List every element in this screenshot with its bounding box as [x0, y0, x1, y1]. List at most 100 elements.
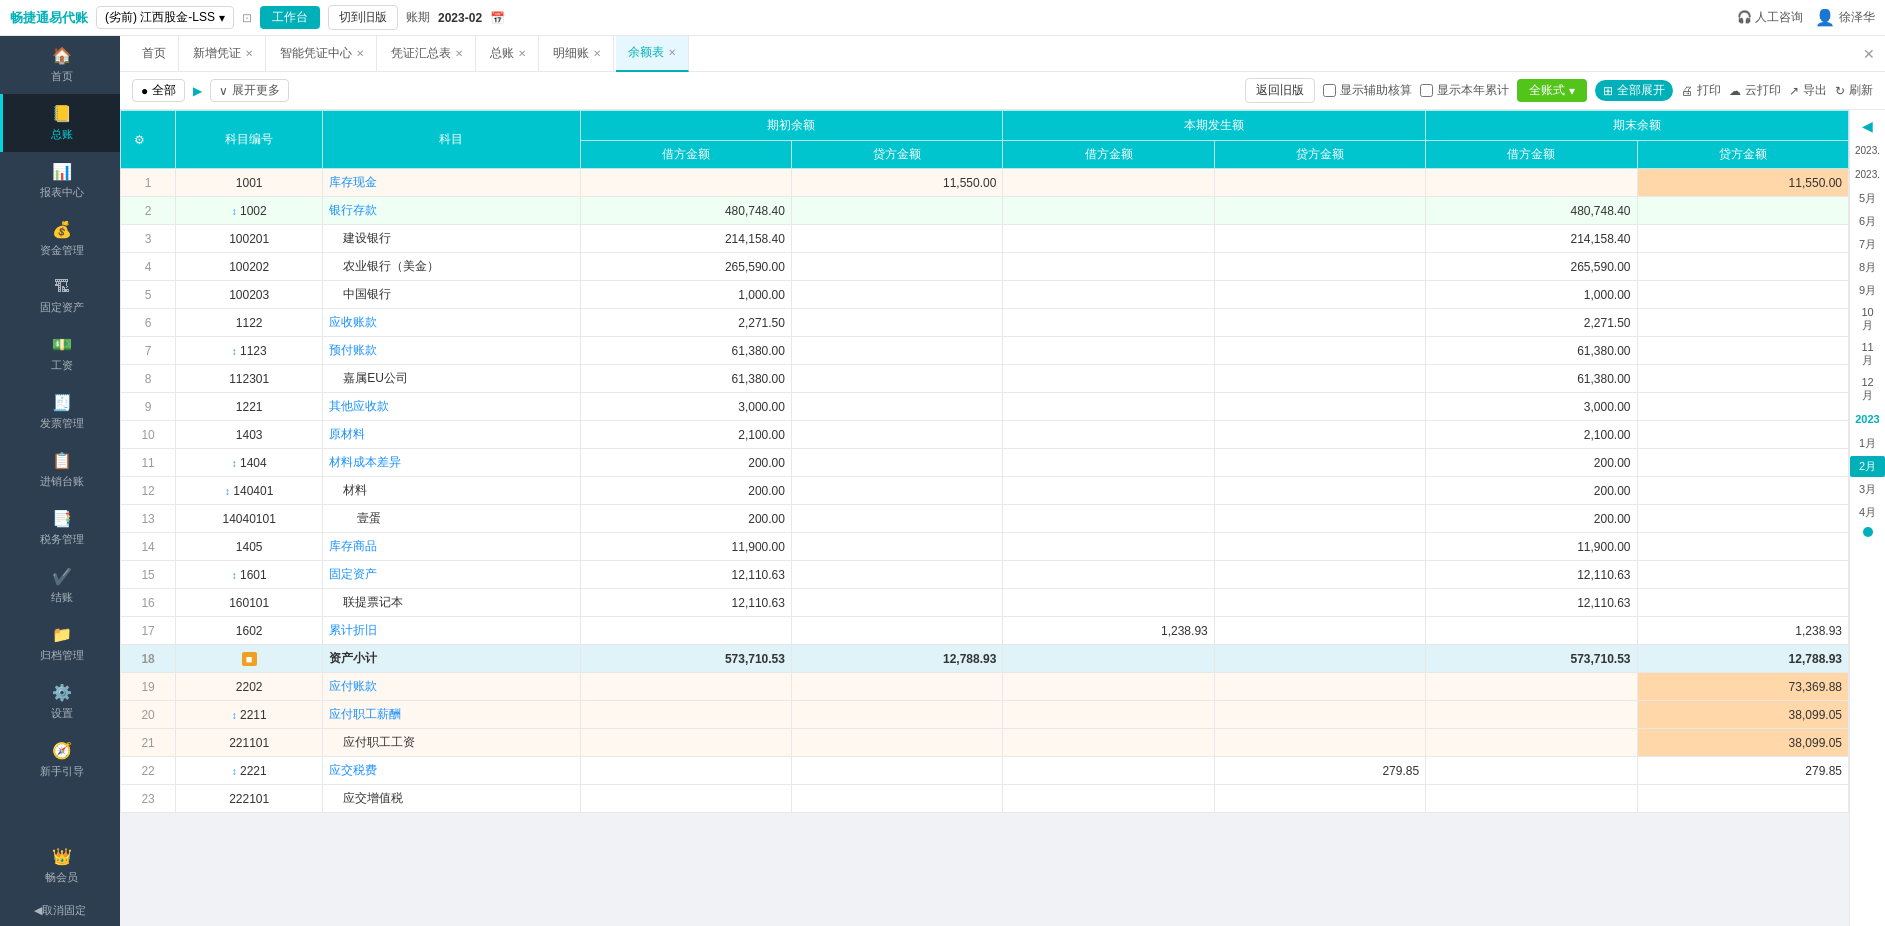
print-button[interactable]: 🖨 打印: [1681, 82, 1721, 99]
tab-smart-voucher[interactable]: 智能凭证中心 ✕: [268, 36, 377, 72]
sidebar-item-settings[interactable]: ⚙️ 设置: [0, 673, 120, 731]
expand-all-toggle[interactable]: ⊞ 全部展开: [1595, 80, 1673, 101]
workbench-button[interactable]: 工作台: [260, 6, 320, 29]
month-4[interactable]: 4月: [1850, 502, 1885, 523]
subject-name[interactable]: 预付账款: [323, 337, 580, 365]
tab-detail[interactable]: 明细账 ✕: [541, 36, 614, 72]
month-12[interactable]: 12月: [1850, 373, 1885, 406]
tab-ledger[interactable]: 总账 ✕: [478, 36, 539, 72]
subject-name[interactable]: 应交税费: [323, 757, 580, 785]
sidebar-item-ledger[interactable]: 📒 总账: [0, 94, 120, 152]
subject-name[interactable]: 应付职工薪酬: [323, 701, 580, 729]
subject-link[interactable]: 固定资产: [329, 567, 377, 581]
sidebar-item-invoice[interactable]: 🧾 发票管理: [0, 383, 120, 441]
sidebar-item-salary[interactable]: 💵 工资: [0, 325, 120, 383]
month-1[interactable]: 1月: [1850, 433, 1885, 454]
subject-name[interactable]: 其他应收款: [323, 393, 580, 421]
sidebar-item-asset-mgmt[interactable]: 💰 资金管理: [0, 210, 120, 268]
filter-all-selector[interactable]: ● 全部: [132, 79, 185, 102]
subject-link[interactable]: 累计折旧: [329, 623, 377, 637]
subject-name[interactable]: 材料成本差异: [323, 449, 580, 477]
sidebar-item-archive[interactable]: 📁 归档管理: [0, 615, 120, 673]
close-window-icon[interactable]: ✕: [1863, 46, 1875, 62]
month-3[interactable]: 3月: [1850, 479, 1885, 500]
full-style-button[interactable]: 全账式 ▾: [1517, 79, 1587, 102]
collapse-panel-icon[interactable]: ◀: [1858, 114, 1877, 138]
sidebar-item-member[interactable]: 👑 畅会员: [0, 837, 120, 895]
refresh-button[interactable]: ↻ 刷新: [1835, 82, 1873, 99]
ytd-input[interactable]: [1420, 84, 1433, 97]
sidebar-item-tax[interactable]: 📑 税务管理: [0, 499, 120, 557]
support-link[interactable]: 🎧 人工咨询: [1737, 9, 1803, 26]
calendar-icon[interactable]: 📅: [490, 11, 505, 25]
month-5[interactable]: 5月: [1850, 188, 1885, 209]
subject-link[interactable]: 其他应收款: [329, 399, 389, 413]
subject-link[interactable]: 材料成本差异: [329, 455, 401, 469]
tab-voucher-summary[interactable]: 凭证汇总表 ✕: [379, 36, 476, 72]
subject-link[interactable]: 应付账款: [329, 679, 377, 693]
sidebar-item-label: 资金管理: [40, 243, 84, 258]
filter-arrow-button[interactable]: ▶: [193, 84, 202, 98]
cur-credit: [1214, 533, 1425, 561]
tab-balance[interactable]: 余额表 ✕: [616, 36, 689, 72]
tab-add-voucher[interactable]: 新增凭证 ✕: [181, 36, 266, 72]
month-6[interactable]: 6月: [1850, 211, 1885, 232]
column-settings-icon[interactable]: ⚙: [125, 126, 153, 154]
close-icon[interactable]: ✕: [356, 48, 364, 59]
user-info[interactable]: 👤 徐泽华: [1815, 8, 1875, 27]
subject-name[interactable]: 库存商品: [323, 533, 580, 561]
unpin-button[interactable]: ◀ 取消固定: [0, 895, 120, 926]
month-8[interactable]: 8月: [1850, 257, 1885, 278]
export-button[interactable]: ↗ 导出: [1789, 82, 1827, 99]
subject-name[interactable]: 固定资产: [323, 561, 580, 589]
close-icon[interactable]: ✕: [593, 48, 601, 59]
tab-label: 余额表: [628, 44, 664, 61]
month-7[interactable]: 7月: [1850, 234, 1885, 255]
subject-name: 联提票记本: [323, 589, 580, 617]
subject-link[interactable]: 预付账款: [329, 343, 377, 357]
company-selector[interactable]: (劣前) 江西股金-LSS ▾: [96, 6, 234, 29]
cur-credit: [1214, 393, 1425, 421]
month-2-active[interactable]: 2月: [1850, 456, 1885, 477]
sidebar-item-settlement[interactable]: ✔️ 结账: [0, 557, 120, 615]
copy-icon[interactable]: ⊡: [242, 11, 252, 25]
eb-credit: [1637, 505, 1848, 533]
switch-version-button[interactable]: 切到旧版: [328, 5, 398, 30]
sidebar-item-purchase[interactable]: 📋 进销台账: [0, 441, 120, 499]
subject-name[interactable]: 应收账款: [323, 309, 580, 337]
ytd-checkbox[interactable]: 显示本年累计: [1420, 82, 1509, 99]
subject-link[interactable]: 库存现金: [329, 175, 377, 189]
tab-home[interactable]: 首页: [130, 36, 179, 72]
row-number: 10: [121, 421, 176, 449]
month-10[interactable]: 10月: [1850, 303, 1885, 336]
close-icon[interactable]: ✕: [518, 48, 526, 59]
return-old-button[interactable]: 返回旧版: [1245, 78, 1315, 103]
subject-link[interactable]: 银行存款: [329, 203, 377, 217]
subject-link[interactable]: 原材料: [329, 427, 365, 441]
close-icon[interactable]: ✕: [455, 48, 463, 59]
sidebar-item-fixed-asset[interactable]: 🏗 固定资产: [0, 268, 120, 325]
close-icon[interactable]: ✕: [245, 48, 253, 59]
month-9[interactable]: 9月: [1850, 280, 1885, 301]
subject-link[interactable]: 库存商品: [329, 539, 377, 553]
subject-link[interactable]: 应付职工薪酬: [329, 707, 401, 721]
subject-name[interactable]: 原材料: [323, 421, 580, 449]
sidebar-item-guide[interactable]: 🧭 新手引导: [0, 731, 120, 789]
close-icon[interactable]: ✕: [668, 47, 676, 58]
expand-more-button[interactable]: ∨ 展开更多: [210, 79, 289, 102]
subject-link[interactable]: 应交税费: [329, 763, 377, 777]
subject-name[interactable]: 应付账款: [323, 673, 580, 701]
subject-name[interactable]: 银行存款: [323, 197, 580, 225]
sidebar-item-report[interactable]: 📊 报表中心: [0, 152, 120, 210]
archive-icon: 📁: [52, 625, 72, 644]
subject-name[interactable]: 累计折旧: [323, 617, 580, 645]
subject-name[interactable]: 库存现金: [323, 169, 580, 197]
dot-indicator[interactable]: [1863, 527, 1873, 537]
sidebar-item-home[interactable]: 🏠 首页: [0, 36, 120, 94]
settings-col-header[interactable]: ⚙: [121, 111, 176, 169]
aux-accounting-checkbox[interactable]: 显示辅助核算: [1323, 82, 1412, 99]
month-11[interactable]: 11月: [1850, 338, 1885, 371]
aux-accounting-input[interactable]: [1323, 84, 1336, 97]
subject-link[interactable]: 应收账款: [329, 315, 377, 329]
cloud-print-button[interactable]: ☁ 云打印: [1729, 82, 1781, 99]
